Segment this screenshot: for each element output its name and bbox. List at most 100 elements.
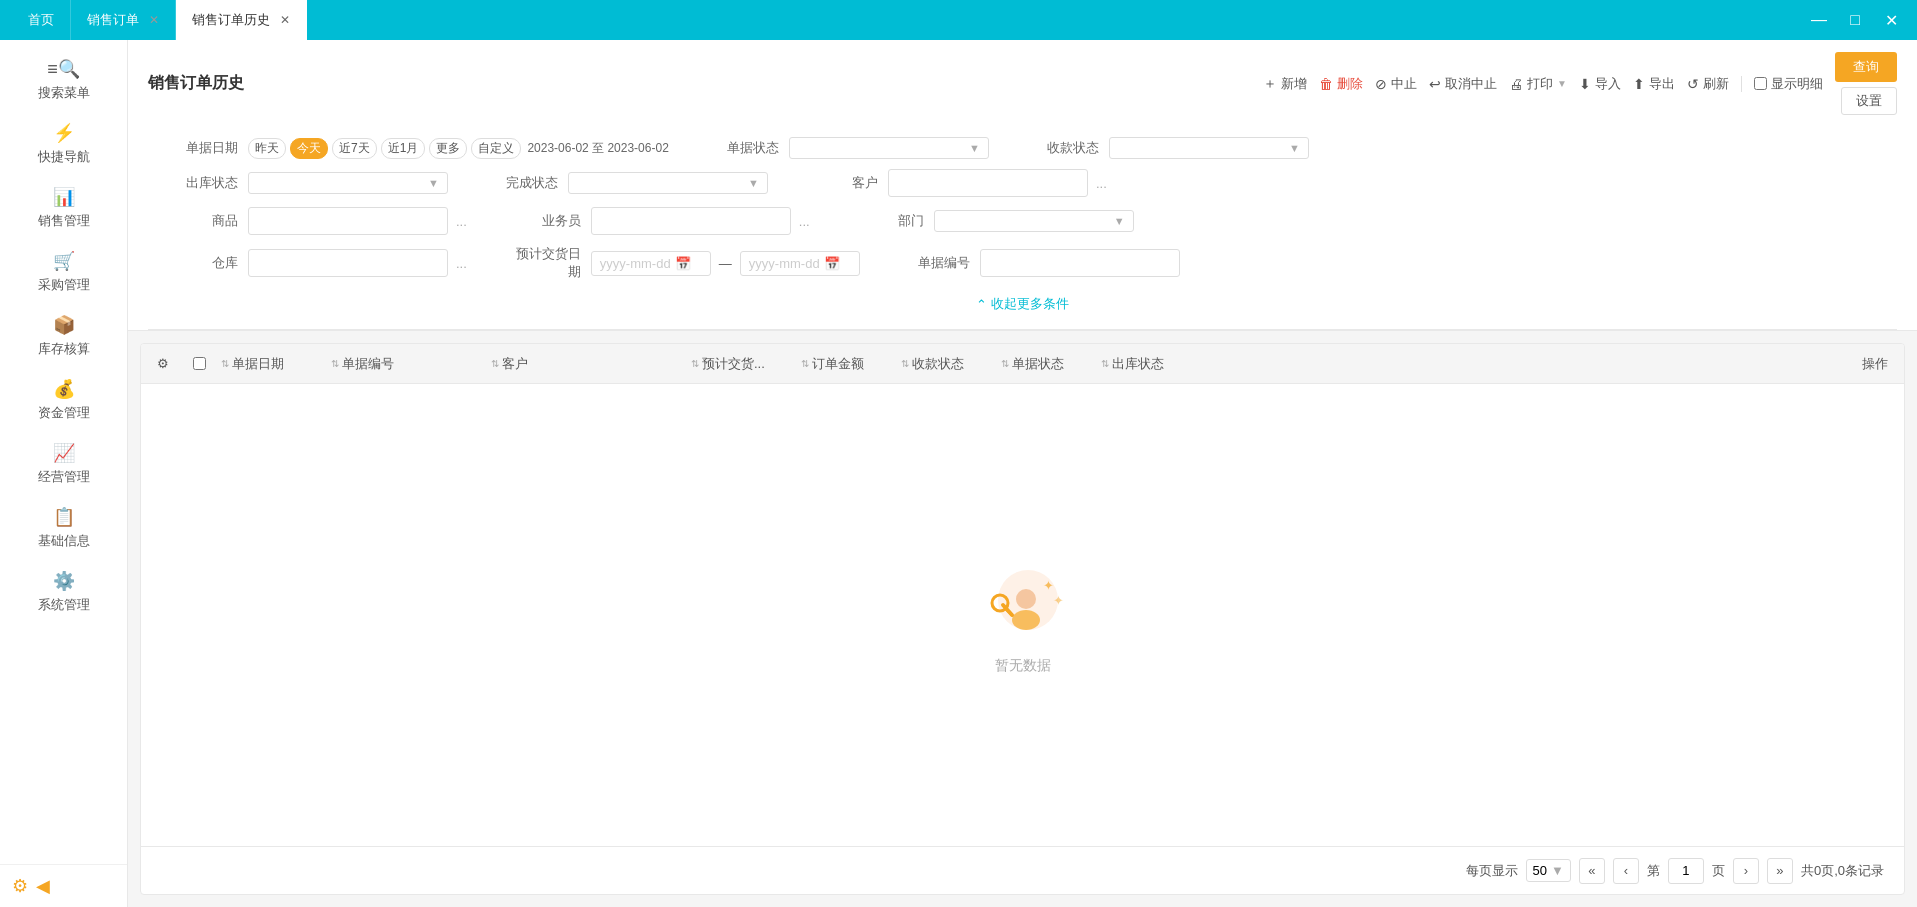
pagination-bar: 每页显示 50 ▼ « ‹ 第 页 › » 共0页,0条记录	[141, 846, 1904, 894]
expected-date-from-text: yyyy-mm-dd	[600, 256, 671, 271]
tab-sales-order[interactable]: 销售订单 ✕	[71, 0, 176, 40]
sidebar-item-purchase-mgmt[interactable]: 🛒 采购管理	[0, 240, 127, 304]
table-area: ⚙ ⇅ 单据日期 ⇅ 单据编号 ⇅ 客户	[140, 343, 1905, 895]
date-btn-1month[interactable]: 近1月	[381, 138, 426, 159]
date-btn-yesterday[interactable]: 昨天	[248, 138, 286, 159]
bill-number-input[interactable]	[980, 249, 1180, 277]
date-range-text: 2023-06-02 至 2023-06-02	[527, 140, 668, 157]
th-bill-date-label: 单据日期	[232, 355, 284, 373]
toolbar: ＋ 新增 🗑 删除 ⊘ 中止 ↩ 取消中止	[1263, 52, 1897, 115]
goods-ellipsis-btn[interactable]: ...	[452, 214, 471, 229]
cancel-stop-icon: ↩	[1429, 76, 1441, 92]
th-delivery-label: 预计交货...	[702, 355, 765, 373]
display-detail-checkbox[interactable]	[1754, 77, 1767, 90]
settings-button[interactable]: 设置	[1841, 87, 1897, 115]
date-btn-more[interactable]: 更多	[429, 138, 467, 159]
th-outstock[interactable]: ⇅ 出库状态	[1093, 355, 1193, 373]
next-page-button[interactable]: ›	[1733, 858, 1759, 884]
th-bill-number[interactable]: ⇅ 单据编号	[323, 355, 483, 373]
th-checkbox[interactable]	[185, 357, 213, 370]
tab-home-label: 首页	[28, 11, 54, 29]
salesperson-input[interactable]	[591, 207, 791, 235]
sidebar-item-system[interactable]: ⚙️ 系统管理	[0, 560, 127, 624]
empty-svg: ✦ ✦	[978, 555, 1078, 655]
svg-text:✦: ✦	[1043, 578, 1054, 593]
date-btn-custom[interactable]: 自定义	[471, 138, 521, 159]
warehouse-ellipsis-btn[interactable]: ...	[452, 256, 471, 271]
department-arrow-icon: ▼	[1114, 215, 1125, 227]
expected-date-label: 预计交货日期	[511, 245, 591, 281]
display-detail-wrap: 显示明细	[1754, 75, 1823, 93]
th-amount[interactable]: ⇅ 订单金额	[793, 355, 893, 373]
sidebar-item-quick-nav[interactable]: ⚡ 快捷导航	[0, 112, 127, 176]
th-payment-label: 收款状态	[912, 355, 964, 373]
tab-sales-order-history[interactable]: 销售订单历史 ✕	[176, 0, 307, 40]
basic-info-icon: 📋	[53, 506, 75, 528]
bill-status-arrow-icon: ▼	[969, 142, 980, 154]
sidebar-item-basic-info[interactable]: 📋 基础信息	[0, 496, 127, 560]
tab-home[interactable]: 首页	[12, 0, 71, 40]
salesperson-label: 业务员	[511, 212, 591, 230]
window-minimize-icon[interactable]: —	[1805, 6, 1833, 34]
expected-date-to-input[interactable]: yyyy-mm-dd 📅	[740, 251, 860, 276]
customer-ellipsis-btn[interactable]: ...	[1092, 176, 1111, 191]
th-settings[interactable]: ⚙	[149, 356, 185, 371]
sidebar-item-sales-mgmt-label: 销售管理	[38, 212, 90, 230]
warehouse-input[interactable]	[248, 249, 448, 277]
window-maximize-icon[interactable]: □	[1841, 6, 1869, 34]
import-label: 导入	[1595, 75, 1621, 93]
date-btn-7days[interactable]: 近7天	[332, 138, 377, 159]
tab-sales-order-history-label: 销售订单历史	[192, 11, 270, 29]
date-quick-btn-group: 昨天 今天 近7天 近1月 更多 自定义 2023-06-02 至 2023-0…	[248, 138, 669, 159]
th-bill-date[interactable]: ⇅ 单据日期	[213, 355, 323, 373]
sidebar-item-system-label: 系统管理	[38, 596, 90, 614]
print-button[interactable]: 🖨 打印 ▼	[1509, 75, 1567, 93]
close-sales-order-tab[interactable]: ✕	[149, 13, 159, 27]
close-sales-order-history-tab[interactable]: ✕	[280, 13, 290, 27]
prev-page-button[interactable]: ‹	[1613, 858, 1639, 884]
sidebar-item-operation[interactable]: 📈 经营管理	[0, 432, 127, 496]
sidebar-bottom: ⚙ ◀	[0, 864, 127, 907]
refresh-icon: ↺	[1687, 76, 1699, 92]
last-page-button[interactable]: »	[1767, 858, 1793, 884]
sidebar-item-inventory[interactable]: 📦 库存核算	[0, 304, 127, 368]
sidebar-item-sales-mgmt[interactable]: 📊 销售管理	[0, 176, 127, 240]
th-customer[interactable]: ⇅ 客户	[483, 355, 683, 373]
page-size-select[interactable]: 50 ▼	[1526, 859, 1571, 882]
collapse-bar[interactable]: ⌃ 收起更多条件	[168, 291, 1877, 317]
first-page-button[interactable]: «	[1579, 858, 1605, 884]
cancel-stop-button[interactable]: ↩ 取消中止	[1429, 75, 1497, 93]
query-button[interactable]: 查询	[1835, 52, 1897, 82]
page-number-input[interactable]	[1668, 858, 1704, 884]
import-button[interactable]: ⬇ 导入	[1579, 75, 1621, 93]
outstock-status-select[interactable]: ▼	[248, 172, 448, 194]
th-delivery[interactable]: ⇅ 预计交货...	[683, 355, 793, 373]
export-button[interactable]: ⬆ 导出	[1633, 75, 1675, 93]
window-close-icon[interactable]: ✕	[1877, 6, 1905, 34]
refresh-button[interactable]: ↺ 刷新	[1687, 75, 1729, 93]
sidebar: ≡🔍 搜索菜单 ⚡ 快捷导航 📊 销售管理 🛒 采购管理 📦 库存核算 💰 资金…	[0, 40, 128, 907]
sales-mgmt-icon: 📊	[53, 186, 75, 208]
receipt-status-arrow-icon: ▼	[1289, 142, 1300, 154]
sidebar-settings-icon[interactable]: ⚙	[12, 875, 28, 897]
bill-status-select[interactable]: ▼	[789, 137, 989, 159]
salesperson-ellipsis-btn[interactable]: ...	[795, 214, 814, 229]
th-payment[interactable]: ⇅ 收款状态	[893, 355, 993, 373]
receipt-status-select[interactable]: ▼	[1109, 137, 1309, 159]
complete-status-select[interactable]: ▼	[568, 172, 768, 194]
th-bill-status[interactable]: ⇅ 单据状态	[993, 355, 1093, 373]
sidebar-item-capital[interactable]: 💰 资金管理	[0, 368, 127, 432]
new-button[interactable]: ＋ 新增	[1263, 75, 1307, 93]
empty-illustration: ✦ ✦	[978, 555, 1068, 645]
delete-button[interactable]: 🗑 删除	[1319, 75, 1363, 93]
expected-date-from-input[interactable]: yyyy-mm-dd 📅	[591, 251, 711, 276]
sidebar-item-search-menu[interactable]: ≡🔍 搜索菜单	[0, 48, 127, 112]
goods-input[interactable]	[248, 207, 448, 235]
sidebar-collapse-icon[interactable]: ◀	[36, 875, 50, 897]
page-header: 销售订单历史 ＋ 新增 🗑 删除 ⊘ 中止	[128, 40, 1917, 331]
select-all-checkbox[interactable]	[193, 357, 206, 370]
customer-input[interactable]	[888, 169, 1088, 197]
date-btn-today[interactable]: 今天	[290, 138, 328, 159]
department-select[interactable]: ▼	[934, 210, 1134, 232]
stop-button[interactable]: ⊘ 中止	[1375, 75, 1417, 93]
